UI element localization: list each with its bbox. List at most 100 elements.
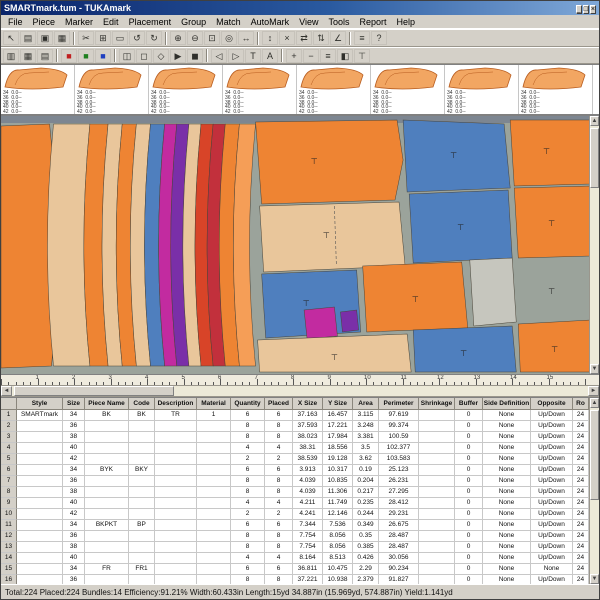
table-cell[interactable]: None xyxy=(483,509,531,520)
table-cell[interactable]: 0.35 xyxy=(353,531,379,542)
table-cell[interactable]: FR1 xyxy=(129,564,155,575)
table-cell[interactable]: 0 xyxy=(455,476,483,487)
table-cell[interactable] xyxy=(85,498,129,509)
flip-horizontal-icon[interactable]: ⇄ xyxy=(296,31,312,45)
table-cell[interactable]: 8.056 xyxy=(323,542,353,553)
table-cell[interactable]: 25.123 xyxy=(379,465,419,476)
menu-match[interactable]: Match xyxy=(211,17,246,27)
table-cell[interactable]: None xyxy=(483,410,531,421)
table-cell[interactable]: 2.379 xyxy=(353,575,379,584)
table-cell[interactable] xyxy=(197,531,231,542)
table-cell[interactable]: 34 xyxy=(63,564,85,575)
paste-icon[interactable]: ▭ xyxy=(112,31,128,45)
table-cell[interactable] xyxy=(419,564,455,575)
table-cell[interactable] xyxy=(85,487,129,498)
table-cell[interactable]: 0.244 xyxy=(353,509,379,520)
automark-run-icon[interactable]: ▶ xyxy=(170,48,186,63)
table-cell[interactable]: 7.344 xyxy=(293,520,323,531)
select-tool-icon[interactable]: ↖ xyxy=(3,31,19,45)
table-cell[interactable]: 28.487 xyxy=(379,542,419,553)
table-cell[interactable]: 24 xyxy=(573,564,589,575)
table-cell[interactable]: BP xyxy=(129,520,155,531)
table-cell[interactable]: 36 xyxy=(63,575,85,584)
table-cell[interactable] xyxy=(419,487,455,498)
table-cell[interactable]: 0 xyxy=(455,520,483,531)
blue-swatch-icon[interactable]: ■ xyxy=(95,48,111,63)
piece-thumbnail[interactable] xyxy=(149,65,222,91)
table-cell[interactable]: SMARTmark xyxy=(17,410,63,421)
table-cell[interactable] xyxy=(129,476,155,487)
table-cell[interactable]: 8 xyxy=(265,487,293,498)
table-cell[interactable]: Up/Down xyxy=(531,465,573,476)
table-cell[interactable]: 0 xyxy=(455,410,483,421)
settings-icon[interactable]: ≡ xyxy=(320,48,336,63)
table-cell[interactable]: Up/Down xyxy=(531,531,573,542)
table-cell[interactable]: 0 xyxy=(455,498,483,509)
red-swatch-icon[interactable]: ■ xyxy=(61,48,77,63)
table-cell[interactable]: 38.31 xyxy=(293,443,323,454)
table-cell[interactable]: 8 xyxy=(231,421,265,432)
menu-marker[interactable]: Marker xyxy=(60,17,98,27)
table-cell[interactable]: 28.487 xyxy=(379,531,419,542)
piece-thumbnail[interactable] xyxy=(519,65,592,91)
table-cell[interactable] xyxy=(419,432,455,443)
table-cell[interactable] xyxy=(155,531,197,542)
canvas-vertical-scrollbar[interactable]: ▲ ▼ xyxy=(589,116,599,374)
table-cell[interactable] xyxy=(155,498,197,509)
table-cell[interactable]: 4.039 xyxy=(293,487,323,498)
table-cell[interactable]: 6 xyxy=(231,465,265,476)
table-cell[interactable] xyxy=(155,465,197,476)
table-cell[interactable]: 37.163 xyxy=(293,410,323,421)
table-cell[interactable]: None xyxy=(483,520,531,531)
table-cell[interactable] xyxy=(419,410,455,421)
table-cell[interactable] xyxy=(155,542,197,553)
table-cell[interactable]: 2 xyxy=(231,454,265,465)
table-cell[interactable]: None xyxy=(483,487,531,498)
table-cell[interactable]: 8 xyxy=(231,432,265,443)
table-cell[interactable] xyxy=(129,432,155,443)
table-cell[interactable]: 3.115 xyxy=(353,410,379,421)
table-cell[interactable]: 38 xyxy=(63,542,85,553)
table-cell[interactable]: Up/Down xyxy=(531,542,573,553)
table-cell[interactable]: 37.221 xyxy=(293,575,323,584)
table-cell[interactable] xyxy=(85,454,129,465)
table-cell[interactable]: 34 xyxy=(63,465,85,476)
table-cell[interactable]: 24 xyxy=(573,509,589,520)
preview-piece-group[interactable]: 34 0.0-- 36 0.0-- 38 0.0-- 40 0.0-- 42 0.0-- xyxy=(149,65,223,114)
piece-thumbnail[interactable] xyxy=(297,65,370,91)
grain-line-icon[interactable]: ⊤ xyxy=(354,48,370,63)
table-cell[interactable]: 4 xyxy=(231,443,265,454)
menu-piece[interactable]: Piece xyxy=(28,17,61,27)
table-cell[interactable]: 38 xyxy=(63,487,85,498)
table-cell[interactable]: None xyxy=(483,421,531,432)
text-tool-icon[interactable]: T xyxy=(245,48,261,63)
table-cell[interactable]: 0.235 xyxy=(353,498,379,509)
table-cell[interactable]: 2 xyxy=(231,509,265,520)
table-cell[interactable]: 0 xyxy=(455,465,483,476)
table-cell[interactable] xyxy=(85,421,129,432)
table-cell[interactable]: 0 xyxy=(455,421,483,432)
table-cell[interactable]: 102.377 xyxy=(379,443,419,454)
table-cell[interactable]: None xyxy=(531,564,573,575)
table-cell[interactable]: 8 xyxy=(265,575,293,584)
table-cell[interactable]: 24 xyxy=(573,476,589,487)
table-cell[interactable] xyxy=(17,575,63,584)
table-cell[interactable]: 2 xyxy=(265,454,293,465)
zoom-in-icon[interactable]: ⊕ xyxy=(170,31,186,45)
table-cell[interactable] xyxy=(155,432,197,443)
table-cell[interactable] xyxy=(17,520,63,531)
table-row[interactable]: 5 42 2 2 38.539 19.128 3.62 103.583 0 None Up/Down… xyxy=(1,454,599,465)
table-cell[interactable]: 24 xyxy=(573,498,589,509)
remove-piece-icon[interactable]: − xyxy=(303,48,319,63)
table-cell[interactable] xyxy=(129,575,155,584)
preview-piece-group[interactable]: 34 0.0-- 36 0.0-- 38 0.0-- 40 0.0-- 42 0.0-- xyxy=(445,65,519,114)
table-cell[interactable]: 40 xyxy=(63,443,85,454)
table-cell[interactable] xyxy=(85,531,129,542)
table-cell[interactable]: 6 xyxy=(265,465,293,476)
preview-piece-group[interactable]: 34 0.0-- 36 0.0-- 38 0.0-- 40 0.0-- 42 0.0-- xyxy=(223,65,297,114)
table-cell[interactable]: Up/Down xyxy=(531,454,573,465)
table-cell[interactable]: 24 xyxy=(573,531,589,542)
table-cell[interactable]: 8 xyxy=(265,421,293,432)
table-row[interactable]: 6 34 BYK BKY 6 6 3.913 10.317 0.19 25.123 0 None Up/… xyxy=(1,465,599,476)
table-row[interactable]: 14 40 4 4 8.164 8.513 0.426 30.056 0 None Up/Down 2… xyxy=(1,553,599,564)
